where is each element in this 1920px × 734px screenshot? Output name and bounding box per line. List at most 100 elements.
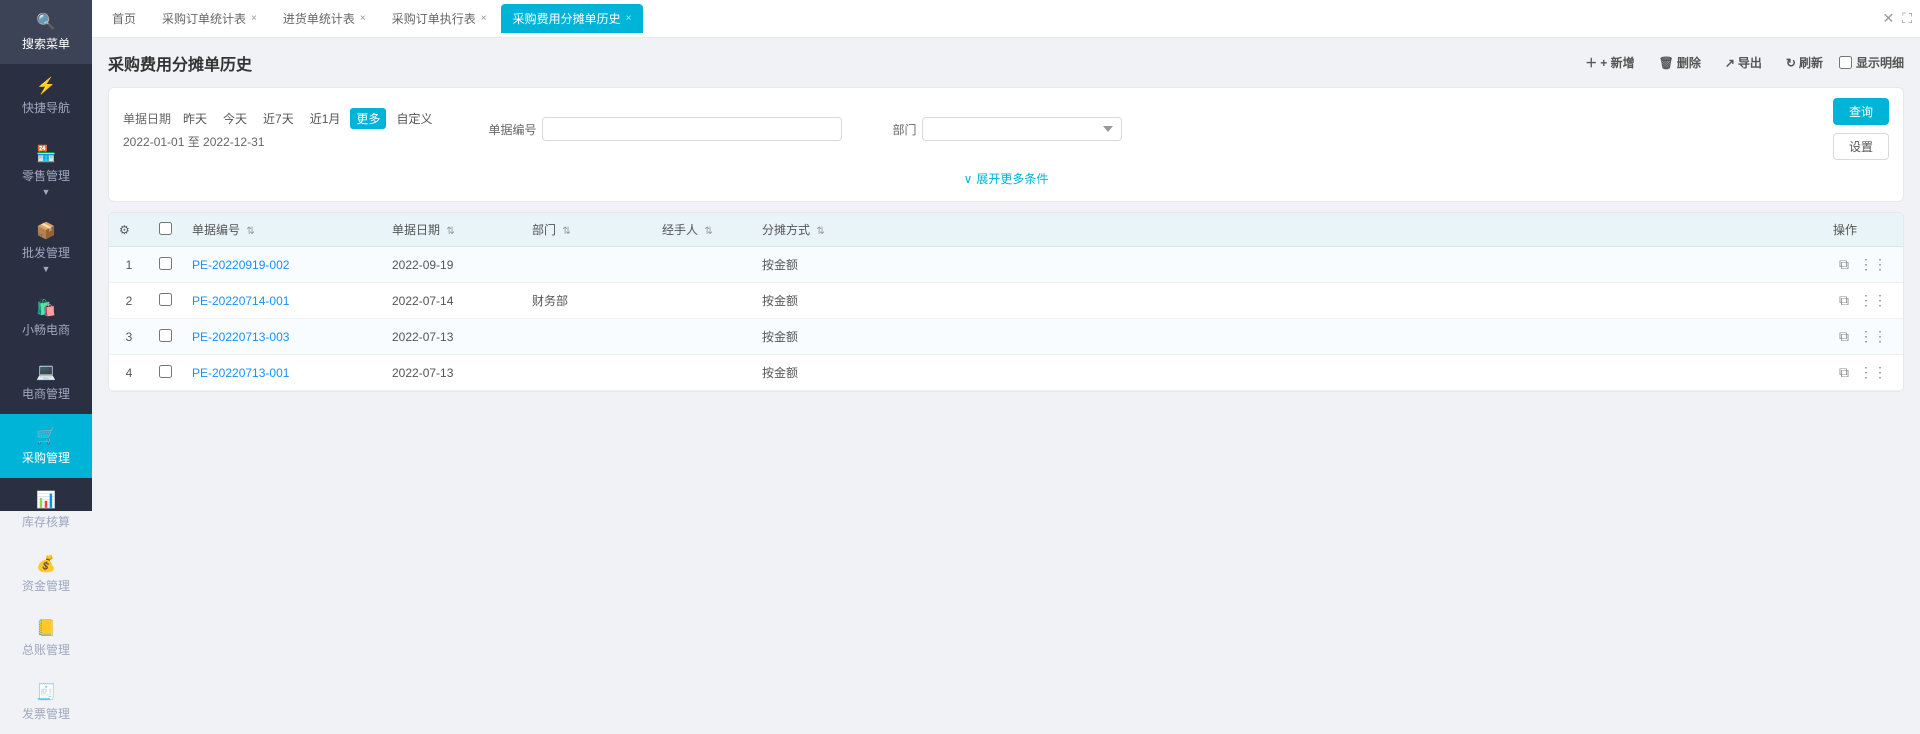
page-title-row: 采购费用分摊单历史 ＋ + 新增 🗑 删除 ↗ 导出 ↻ 刷新: [108, 50, 1904, 75]
tab-purchase-fee-history[interactable]: 采购费用分摊单历史 ×: [501, 4, 644, 33]
add-button[interactable]: ＋ + 新增: [1577, 50, 1642, 75]
close-tab-purchase-order-exec[interactable]: ×: [481, 13, 487, 24]
row-split-method-cell: 按金额: [752, 355, 1823, 391]
table-row: 2 PE-20220714-001 2022-07-14 财务部 按金额 ⧉ ⋮…: [109, 283, 1903, 319]
sidebar-item-finance[interactable]: 💰 资金管理: [0, 542, 92, 606]
purchase-icon: 🛒: [36, 426, 56, 446]
filter-action-buttons: 查询 设置: [1833, 98, 1889, 160]
export-button[interactable]: ↗ 导出: [1717, 50, 1770, 75]
delete-button[interactable]: 🗑 删除: [1651, 50, 1709, 75]
sort-doc-date-icon[interactable]: ⇅: [446, 226, 454, 237]
maximize-button[interactable]: ⛶: [1902, 10, 1912, 27]
table-row: 1 PE-20220919-002 2022-09-19 按金额 ⧉ ⋮⋮: [109, 247, 1903, 283]
sort-doc-no-icon[interactable]: ⇅: [246, 226, 254, 237]
th-handler: 经手人 ⇅: [652, 213, 752, 247]
shortcut-today[interactable]: 今天: [217, 108, 253, 129]
th-doc-no: 单据编号 ⇅: [182, 213, 382, 247]
row-view-icon-2[interactable]: ⧉: [1837, 290, 1851, 311]
show-columns-checkbox[interactable]: [1839, 56, 1852, 69]
row-view-icon-4[interactable]: ⧉: [1837, 362, 1851, 383]
row-more-icon-4[interactable]: ⋮⋮: [1857, 362, 1889, 383]
shortcut-custom[interactable]: 自定义: [390, 108, 438, 129]
doc-no-filter-group: 单据编号: [488, 117, 842, 141]
sidebar-item-invoice[interactable]: 🧾 发票管理: [0, 670, 92, 734]
row-checkbox-4[interactable]: [159, 365, 172, 378]
row-doc-no-link[interactable]: PE-20220713-003: [192, 330, 289, 344]
row-more-icon-3[interactable]: ⋮⋮: [1857, 326, 1889, 347]
data-table: ⚙ 单据编号 ⇅ 单据日期 ⇅: [109, 213, 1903, 391]
shortcut-1month[interactable]: 近1月: [304, 108, 347, 129]
row-doc-no-link[interactable]: PE-20220919-002: [192, 258, 289, 272]
row-operation-cell: ⧉ ⋮⋮: [1823, 247, 1903, 283]
sidebar-item-label: 小畅电商: [22, 321, 70, 338]
data-table-container: ⚙ 单据编号 ⇅ 单据日期 ⇅: [108, 212, 1904, 392]
sidebar-item-micro-shop[interactable]: 🛍️ 小畅电商: [0, 286, 92, 350]
expand-conditions-button[interactable]: ∨ 展开更多条件: [123, 166, 1889, 191]
row-handler-cell: [652, 247, 752, 283]
sort-handler-icon[interactable]: ⇅: [704, 226, 712, 237]
sort-dept-icon[interactable]: ⇅: [562, 226, 570, 237]
row-checkbox-cell: [149, 355, 182, 391]
row-doc-no-link[interactable]: PE-20220713-001: [192, 366, 289, 380]
sidebar-item-inventory[interactable]: 📊 库存核算: [0, 478, 92, 542]
sidebar-item-label: 库存核算: [22, 513, 70, 530]
row-operation-cell: ⧉ ⋮⋮: [1823, 319, 1903, 355]
select-all-checkbox[interactable]: [159, 222, 172, 235]
th-settings[interactable]: ⚙: [109, 213, 149, 247]
sidebar: 🔍 搜索菜单 ⚡ 快捷导航 🏪 零售管理 ▼ 📦 批发管理 ▼ 🛍️ 小畅电商 …: [0, 0, 92, 511]
shortcut-yesterday[interactable]: 昨天: [177, 108, 213, 129]
dept-select[interactable]: [922, 117, 1122, 141]
row-settings-cell: 3: [109, 319, 149, 355]
tab-inbound-stats[interactable]: 进货单统计表 ×: [271, 4, 378, 33]
row-doc-no-cell: PE-20220713-001: [182, 355, 382, 391]
row-view-icon-1[interactable]: ⧉: [1837, 254, 1851, 275]
sidebar-item-general-ledger[interactable]: 📒 总账管理: [0, 606, 92, 670]
sort-split-icon[interactable]: ⇅: [816, 226, 824, 237]
row-checkbox-2[interactable]: [159, 293, 172, 306]
close-tab-inbound-stats[interactable]: ×: [360, 13, 366, 24]
sidebar-item-search[interactable]: 🔍 搜索菜单: [0, 0, 92, 64]
th-doc-no-label: 单据编号: [192, 223, 240, 237]
sidebar-item-label: 批发管理: [22, 244, 70, 261]
sidebar-item-retail[interactable]: 🏪 零售管理 ▼: [0, 132, 92, 209]
settings-icon: ⚙: [119, 223, 130, 237]
doc-no-input[interactable]: [542, 117, 842, 141]
wholesale-icon: 📦: [36, 221, 56, 241]
sidebar-item-wholesale[interactable]: 📦 批发管理 ▼: [0, 209, 92, 286]
row-handler-cell: [652, 319, 752, 355]
close-all-tabs-button[interactable]: ✕: [1882, 10, 1894, 27]
row-doc-no-link[interactable]: PE-20220714-001: [192, 294, 289, 308]
tab-purchase-order-exec[interactable]: 采购订单执行表 ×: [380, 4, 499, 33]
row-more-icon-2[interactable]: ⋮⋮: [1857, 290, 1889, 311]
tab-purchase-order-stats[interactable]: 采购订单统计表 ×: [150, 4, 269, 33]
row-checkbox-1[interactable]: [159, 257, 172, 270]
delete-icon: 🗑: [1659, 56, 1674, 70]
sidebar-item-quick-nav[interactable]: ⚡ 快捷导航: [0, 64, 92, 128]
th-operation: 操作: [1823, 213, 1903, 247]
row-op-icons: ⧉ ⋮⋮: [1833, 254, 1893, 275]
shortcut-7days[interactable]: 近7天: [257, 108, 300, 129]
refresh-button[interactable]: ↻ 刷新: [1778, 50, 1831, 75]
sidebar-item-label: 总账管理: [22, 641, 70, 658]
row-op-icons: ⧉ ⋮⋮: [1833, 290, 1893, 311]
page-content-area: 采购费用分摊单历史 ＋ + 新增 🗑 删除 ↗ 导出 ↻ 刷新: [92, 38, 1920, 511]
filter-area: 单据日期 昨天 今天 近7天 近1月 更多 自定义 2022-01-01 至 2…: [108, 87, 1904, 202]
row-checkbox-3[interactable]: [159, 329, 172, 342]
close-tab-purchase-order-stats[interactable]: ×: [251, 13, 257, 24]
filter-row-1: 单据日期 昨天 今天 近7天 近1月 更多 自定义 2022-01-01 至 2…: [123, 98, 1889, 160]
shortcut-more[interactable]: 更多: [350, 108, 386, 129]
show-columns-toggle[interactable]: 显示明细: [1839, 54, 1904, 71]
filter-settings-button[interactable]: 设置: [1833, 133, 1889, 160]
sidebar-item-purchase[interactable]: 🛒 采购管理: [0, 414, 92, 478]
quick-nav-icon: ⚡: [36, 76, 56, 96]
row-checkbox-cell: [149, 319, 182, 355]
date-filter-group: 单据日期 昨天 今天 近7天 近1月 更多 自定义 2022-01-01 至 2…: [123, 108, 438, 150]
row-more-icon-1[interactable]: ⋮⋮: [1857, 254, 1889, 275]
table-header-row: ⚙ 单据编号 ⇅ 单据日期 ⇅: [109, 213, 1903, 247]
search-button[interactable]: 查询: [1833, 98, 1889, 125]
row-view-icon-3[interactable]: ⧉: [1837, 326, 1851, 347]
close-tab-purchase-fee-history[interactable]: ×: [626, 13, 632, 24]
sidebar-item-ecommerce[interactable]: 💻 电商管理: [0, 350, 92, 414]
tab-home[interactable]: 首页: [100, 4, 148, 33]
ecommerce-icon: 💻: [36, 362, 56, 382]
